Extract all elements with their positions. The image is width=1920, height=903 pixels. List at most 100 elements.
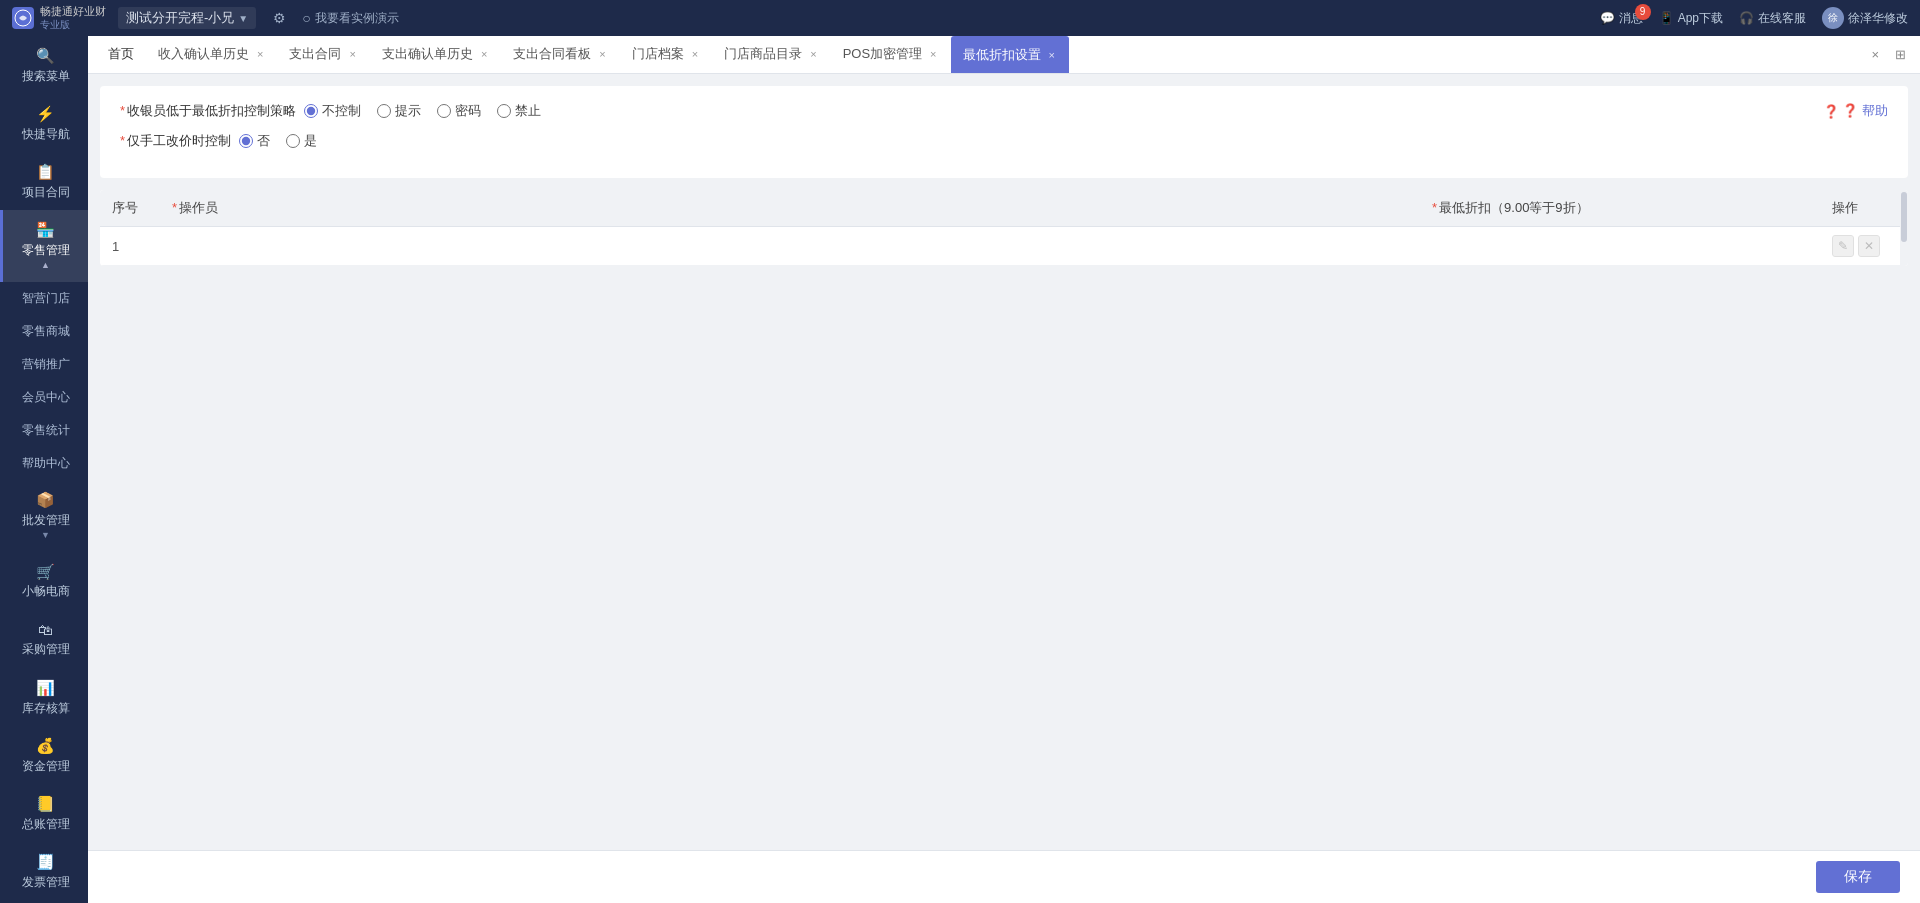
sidebar-item-fund-mgmt[interactable]: 💰 资金管理: [0, 726, 88, 784]
tab-payment-board[interactable]: 支出合同看板 ×: [501, 36, 619, 74]
app-download-button[interactable]: 📱 App下载: [1659, 10, 1723, 27]
table-scrollbar[interactable]: [1900, 190, 1908, 266]
tab-close-pos-password[interactable]: ×: [928, 47, 938, 61]
app-logo: 畅捷通好业财 专业版: [12, 5, 106, 30]
sidebar-item-marketing[interactable]: 营销推广: [0, 348, 88, 381]
main-layout: 🔍 搜索菜单 ⚡ 快捷导航 📋 项目合同 🏪 零售管理 ▲ 智营门店 零售商城 …: [0, 36, 1920, 903]
app-edition: 畅捷通好业财 专业版: [40, 5, 106, 30]
strategy-radio-remind[interactable]: [377, 104, 391, 118]
sidebar-item-retail-stats[interactable]: 零售统计: [0, 414, 88, 447]
customer-service-button[interactable]: 🎧 在线客服: [1739, 10, 1806, 27]
demo-icon: ○: [302, 10, 310, 26]
tab-label: 首页: [108, 45, 134, 63]
strategy-option-password-label: 密码: [455, 102, 481, 120]
tab-store-catalog[interactable]: 门店商品目录 ×: [712, 36, 830, 74]
sidebar-item-label: 快捷导航: [22, 127, 70, 143]
tab-pos-password[interactable]: POS加密管理 ×: [831, 36, 951, 74]
sidebar-sub-item-label: 帮助中心: [22, 455, 70, 472]
sidebar: 🔍 搜索菜单 ⚡ 快捷导航 📋 项目合同 🏪 零售管理 ▲ 智营门店 零售商城 …: [0, 36, 88, 903]
search-icon: 🔍: [36, 46, 55, 66]
strategy-radio-forbid[interactable]: [497, 104, 511, 118]
sidebar-item-account-mgmt[interactable]: 📒 总账管理: [0, 784, 88, 842]
tab-close-payment-board[interactable]: ×: [597, 47, 607, 61]
tab-label: 支出合同看板: [513, 45, 591, 63]
tab-menu-button[interactable]: ⊞: [1889, 45, 1912, 64]
manual-control-option-no-label: 否: [257, 132, 270, 150]
message-button[interactable]: 💬 消息 9: [1600, 10, 1643, 27]
manual-control-radio-no[interactable]: [239, 134, 253, 148]
cell-discount: [1420, 227, 1820, 266]
tab-close-all-icon: ×: [1871, 47, 1879, 62]
save-button[interactable]: 保存: [1816, 861, 1900, 893]
strategy-radio-password[interactable]: [437, 104, 451, 118]
tab-min-discount[interactable]: 最低折扣设置 ×: [951, 36, 1069, 74]
manual-control-option-no[interactable]: 否: [239, 132, 270, 150]
manual-control-radio-yes[interactable]: [286, 134, 300, 148]
sidebar-item-inventory[interactable]: 📊 库存核算: [0, 668, 88, 726]
sidebar-item-batch-mgmt[interactable]: 📦 批发管理 ▼: [0, 480, 88, 552]
tab-income-confirm[interactable]: 收入确认单历史 ×: [146, 36, 277, 74]
strategy-option-password[interactable]: 密码: [437, 102, 481, 120]
inventory-icon: 📊: [36, 678, 55, 698]
sidebar-item-quick-nav[interactable]: ⚡ 快捷导航: [0, 94, 88, 152]
sidebar-item-label: 小畅电商: [22, 584, 70, 600]
page-content: *收银员低于最低折扣控制策略 不控制 提示 密码: [88, 74, 1920, 850]
help-label: ❓ 帮助: [1842, 102, 1888, 120]
batch-mgmt-arrow: ▼: [41, 530, 50, 542]
required-mark: *: [120, 103, 125, 118]
strategy-option-no-control[interactable]: 不控制: [304, 102, 361, 120]
manual-control-option-yes[interactable]: 是: [286, 132, 317, 150]
strategy-option-forbid[interactable]: 禁止: [497, 102, 541, 120]
sidebar-item-label: 搜索菜单: [22, 69, 70, 85]
strategy-radio-no-control[interactable]: [304, 104, 318, 118]
tab-close-payment-confirm[interactable]: ×: [479, 47, 489, 61]
col-action-header: 操作: [1820, 190, 1900, 227]
message-icon: 💬: [1600, 11, 1615, 25]
user-menu[interactable]: 徐 徐泽华修改: [1822, 7, 1908, 29]
tab-store-file[interactable]: 门店档案 ×: [620, 36, 712, 74]
tab-label: 收入确认单历史: [158, 45, 249, 63]
sidebar-item-ecommerce[interactable]: 🛒 小畅电商: [0, 552, 88, 610]
manual-control-option-yes-label: 是: [304, 132, 317, 150]
sidebar-item-smart-store[interactable]: 智营门店: [0, 282, 88, 315]
manual-control-label: *仅手工改价时控制: [120, 132, 231, 150]
tab-close-store-file[interactable]: ×: [690, 47, 700, 61]
top-bar: 畅捷通好业财 专业版 测试分开完程-小兄 ▼ ⚙ ○ 我要看实例演示 💬 消息 …: [0, 0, 1920, 36]
sidebar-sub-item-label: 智营门店: [22, 290, 70, 307]
tab-payment-contract[interactable]: 支出合同 ×: [277, 36, 369, 74]
manual-control-radio-group: 否 是: [239, 132, 317, 150]
tab-payment-confirm[interactable]: 支出确认单历史 ×: [370, 36, 501, 74]
tab-menu-icon: ⊞: [1895, 47, 1906, 62]
tab-close-min-discount[interactable]: ×: [1047, 48, 1057, 62]
sidebar-item-search[interactable]: 🔍 搜索菜单: [0, 36, 88, 94]
table-wrapper: 序号 *操作员 *最低折扣（9.00等于9折） 操作: [100, 190, 1908, 266]
topbar-settings-button[interactable]: ⚙: [268, 7, 290, 29]
project-contract-icon: 📋: [36, 162, 55, 182]
sidebar-item-retail-mgmt[interactable]: 🏪 零售管理 ▲: [0, 210, 88, 282]
help-link[interactable]: ❓ ❓ 帮助: [1823, 102, 1888, 120]
sidebar-item-invoice-mgmt[interactable]: 🧾 发票管理: [0, 842, 88, 900]
message-badge: 9: [1635, 4, 1651, 20]
sidebar-item-member-center[interactable]: 会员中心: [0, 381, 88, 414]
col-operator-header: *操作员: [160, 190, 1420, 227]
ecommerce-icon: 🛒: [36, 562, 55, 582]
demo-link[interactable]: ○ 我要看实例演示: [302, 10, 398, 27]
col-discount-header: *最低折扣（9.00等于9折）: [1420, 190, 1820, 227]
action-edit-button[interactable]: ✎: [1832, 235, 1854, 257]
project-selector[interactable]: 测试分开完程-小兄 ▼: [118, 7, 256, 29]
tab-close-income-confirm[interactable]: ×: [255, 47, 265, 61]
sidebar-item-purchase-mgmt[interactable]: 🛍 采购管理: [0, 610, 88, 668]
action-delete-button[interactable]: ✕: [1858, 235, 1880, 257]
tab-close-payment-contract[interactable]: ×: [347, 47, 357, 61]
tab-close-store-catalog[interactable]: ×: [808, 47, 818, 61]
strategy-option-remind[interactable]: 提示: [377, 102, 421, 120]
delete-icon: ✕: [1864, 239, 1874, 253]
sidebar-item-help-center[interactable]: 帮助中心: [0, 447, 88, 480]
tab-home[interactable]: 首页: [96, 36, 146, 74]
sidebar-item-project-contract[interactable]: 📋 项目合同: [0, 152, 88, 210]
sidebar-sub-item-label: 会员中心: [22, 389, 70, 406]
tab-label: 最低折扣设置: [963, 46, 1041, 64]
tab-close-all-button[interactable]: ×: [1865, 45, 1885, 64]
retail-mgmt-icon: 🏪: [36, 220, 55, 240]
sidebar-item-retail-mall[interactable]: 零售商城: [0, 315, 88, 348]
